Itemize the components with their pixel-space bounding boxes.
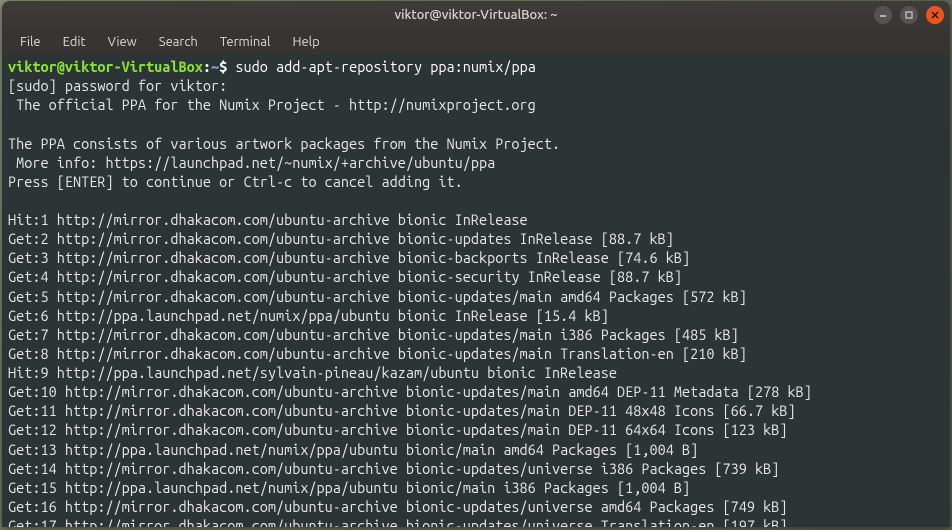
output-line: Get:17 http://mirror.dhakacom.com/ubuntu… (8, 517, 788, 527)
prompt-sep: : (203, 58, 211, 75)
output-line: Get:10 http://mirror.dhakacom.com/ubuntu… (8, 383, 812, 400)
prompt-path: ~ (211, 58, 219, 75)
menu-help[interactable]: Help (282, 32, 329, 52)
output-line: Get:11 http://mirror.dhakacom.com/ubuntu… (8, 402, 796, 419)
output-line: [sudo] password for viktor: (8, 77, 227, 94)
menu-edit[interactable]: Edit (53, 32, 96, 52)
output-line: The official PPA for the Numix Project -… (8, 96, 536, 113)
output-line: Get:2 http://mirror.dhakacom.com/ubuntu-… (8, 230, 674, 247)
output-line: Get:6 http://ppa.launchpad.net/numix/ppa… (8, 307, 609, 324)
output-line: Get:14 http://mirror.dhakacom.com/ubuntu… (8, 460, 779, 477)
menubar: File Edit View Search Terminal Help (2, 29, 950, 54)
menu-file[interactable]: File (10, 32, 51, 52)
output-line: Get:16 http://mirror.dhakacom.com/ubuntu… (8, 498, 788, 515)
close-button[interactable] (926, 6, 944, 24)
prompt-user-host: viktor@viktor-VirtualBox (8, 58, 203, 75)
terminal-output[interactable]: viktor@viktor-VirtualBox:~$ sudo add-apt… (2, 54, 950, 527)
menu-search[interactable]: Search (149, 32, 208, 52)
output-line: Hit:9 http://ppa.launchpad.net/sylvain-p… (8, 364, 617, 381)
output-line: Get:15 http://ppa.launchpad.net/numix/pp… (8, 479, 690, 496)
window-controls (874, 6, 944, 24)
titlebar[interactable]: viktor@viktor-VirtualBox: ~ (2, 1, 950, 29)
minimize-icon (879, 11, 887, 19)
output-line: Hit:1 http://mirror.dhakacom.com/ubuntu-… (8, 211, 528, 228)
output-line: Get:4 http://mirror.dhakacom.com/ubuntu-… (8, 268, 682, 285)
window-title: viktor@viktor-VirtualBox: ~ (395, 8, 558, 22)
output-line: Get:3 http://mirror.dhakacom.com/ubuntu-… (8, 249, 690, 266)
close-icon (931, 11, 939, 19)
maximize-button[interactable] (900, 6, 918, 24)
menu-terminal[interactable]: Terminal (210, 32, 281, 52)
output-line: Get:8 http://mirror.dhakacom.com/ubuntu-… (8, 345, 747, 362)
command-text: sudo add-apt-repository ppa:numix/ppa (235, 58, 535, 75)
output-line: Get:12 http://mirror.dhakacom.com/ubuntu… (8, 421, 788, 438)
maximize-icon (905, 11, 913, 19)
output-line: Get:13 http://ppa.launchpad.net/numix/pp… (8, 441, 698, 458)
menu-view[interactable]: View (98, 32, 147, 52)
output-line: More info: https://launchpad.net/~numix/… (8, 154, 495, 171)
terminal-window: viktor@viktor-VirtualBox: ~ File Edit Vi… (2, 1, 950, 527)
prompt-dollar: $ (219, 58, 235, 75)
minimize-button[interactable] (874, 6, 892, 24)
output-line: Get:7 http://mirror.dhakacom.com/ubuntu-… (8, 326, 739, 343)
output-line: Get:5 http://mirror.dhakacom.com/ubuntu-… (8, 288, 747, 305)
output-line: Press [ENTER] to continue or Ctrl-c to c… (8, 173, 463, 190)
output-line: The PPA consists of various artwork pack… (8, 135, 560, 152)
